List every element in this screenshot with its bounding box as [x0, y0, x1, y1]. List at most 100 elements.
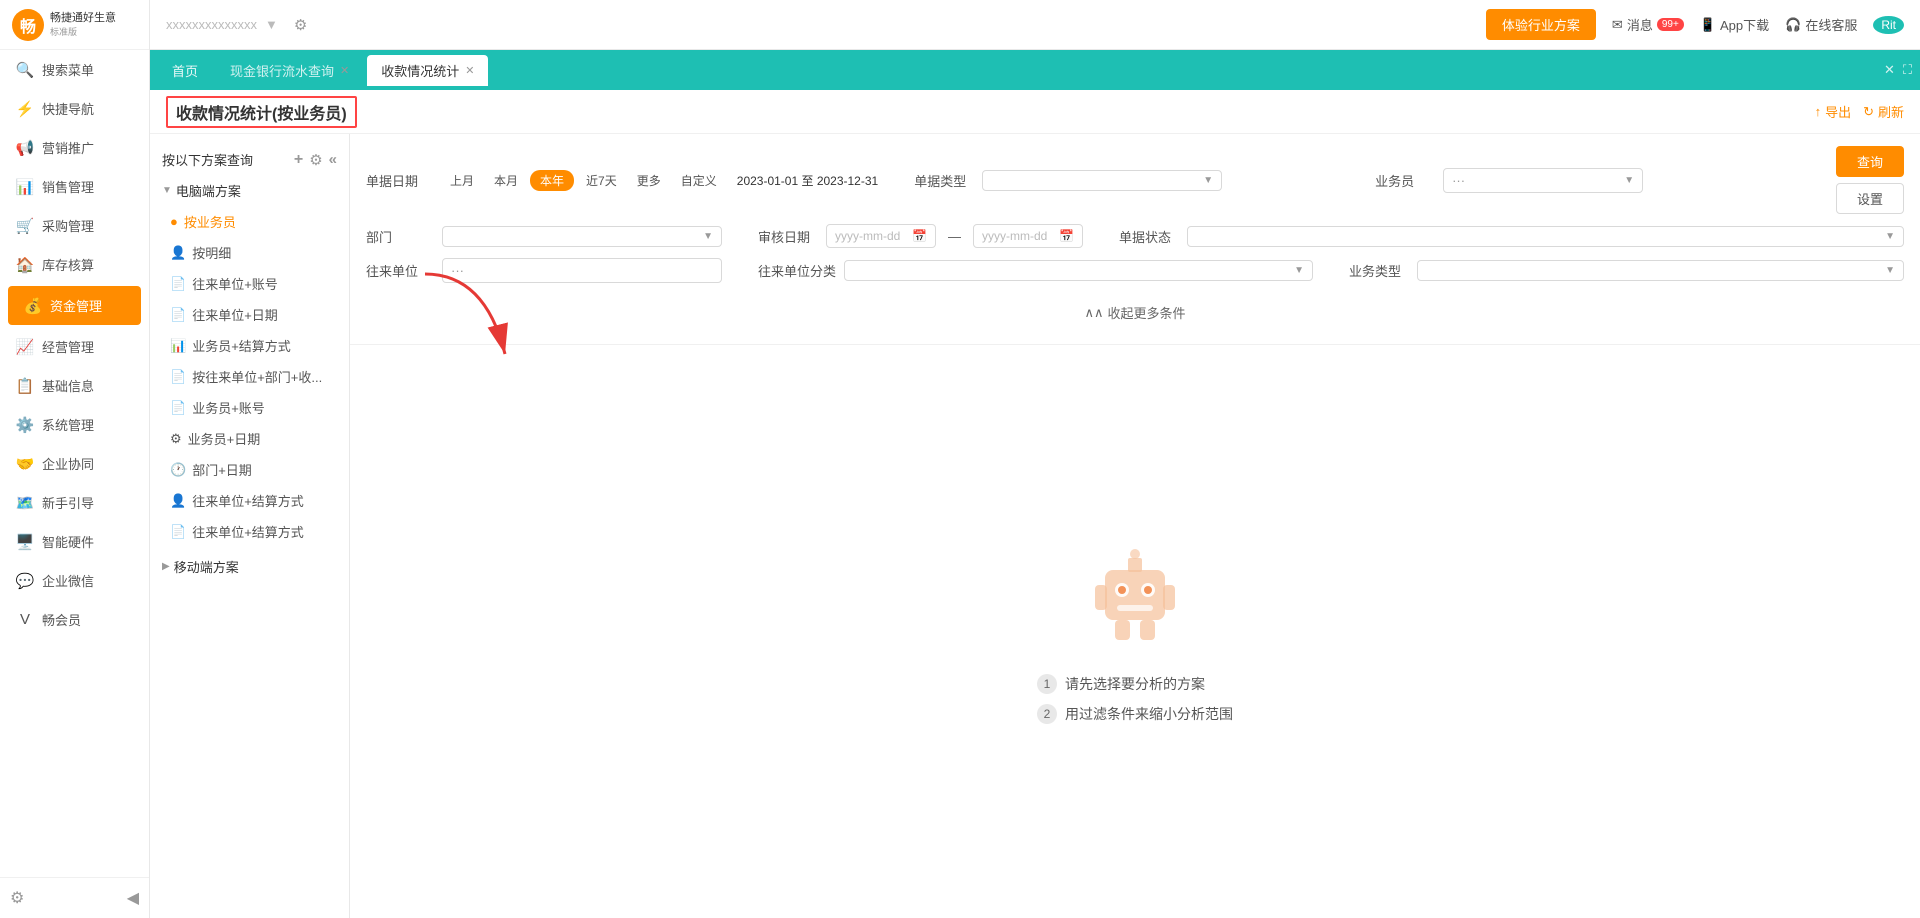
tree-item-unit-settle3[interactable]: 📄 往来单位+结算方式: [150, 516, 349, 547]
partner-select[interactable]: ···: [442, 258, 722, 283]
finance-icon: 💰: [24, 297, 42, 315]
message-icon: ✉: [1612, 17, 1623, 33]
sidebar-item-marketing[interactable]: 📢营销推广: [0, 128, 149, 167]
tab-restore-icon[interactable]: ⛶: [1903, 62, 1912, 78]
scheme-settings-icon[interactable]: ⚙: [309, 151, 322, 169]
pc-group-title[interactable]: ▼ 电脑端方案: [150, 175, 349, 206]
collapse-sidebar-icon[interactable]: ◀: [127, 888, 139, 908]
sidebar-item-guide[interactable]: 🗺️新手引导: [0, 483, 149, 522]
tree-item-unit-date[interactable]: 📄 往来单位+日期: [150, 299, 349, 330]
tree-item-unit-dept[interactable]: 📄 按往来单位+部门+收...: [150, 361, 349, 392]
biz-type-arrow: ▼: [1885, 265, 1895, 276]
date-tab-custom[interactable]: 自定义: [673, 170, 725, 191]
tree-item-by-detail[interactable]: 👤 按明细: [150, 237, 349, 268]
sidebar-item-hardware[interactable]: 🖥️智能硬件: [0, 522, 149, 561]
partner-category-select[interactable]: ▼: [844, 260, 1313, 281]
tab-close-all-icon[interactable]: ✕: [1884, 62, 1895, 78]
tree-item-staff-date[interactable]: ⚙ 业务员+日期: [150, 423, 349, 454]
staff-date-icon: ⚙: [170, 431, 182, 447]
settings-button[interactable]: 设置: [1836, 183, 1904, 214]
settings-bottom-icon[interactable]: ⚙: [10, 888, 24, 908]
empty-state: 1 请先选择要分析的方案 2 用过滤条件来缩小分析范围: [350, 345, 1920, 918]
app-download-button[interactable]: 📱 App下载: [1700, 15, 1769, 34]
sidebar-item-member[interactable]: V畅会员: [0, 600, 149, 639]
marketing-icon: 📢: [16, 139, 34, 157]
sidebar-item-system[interactable]: ⚙️系统管理: [0, 405, 149, 444]
mobile-group-title[interactable]: ▶ 移动端方案: [150, 551, 349, 582]
service-button[interactable]: 🎧 在线客服: [1785, 15, 1857, 34]
doc-status-select[interactable]: ▼: [1187, 226, 1904, 247]
sidebar-item-inventory[interactable]: 🏠库存核算: [0, 245, 149, 284]
trial-button[interactable]: 体验行业方案: [1486, 9, 1596, 40]
tab-home[interactable]: 首页: [158, 55, 212, 86]
collapse-row: ∧∧ 收起更多条件: [366, 293, 1904, 332]
doc-status-arrow: ▼: [1885, 231, 1895, 242]
dept-select[interactable]: ▼: [442, 226, 722, 247]
filter-row-1: 单据日期 上月 本月 本年 近7天 更多 自定义 2023-01-01 至 20…: [366, 146, 1904, 214]
partner-more-icon[interactable]: ···: [451, 263, 464, 278]
staff-arrow: ▼: [1624, 175, 1634, 186]
dropdown-arrow-icon[interactable]: ▼: [265, 17, 278, 32]
date-tab-thisyear[interactable]: 本年: [530, 170, 574, 191]
query-button[interactable]: 查询: [1836, 146, 1904, 177]
biz-type-label: 业务类型: [1349, 261, 1409, 280]
date-tab-more[interactable]: 更多: [629, 170, 669, 191]
step-2-number: 2: [1037, 704, 1057, 724]
refresh-button[interactable]: ↻ 刷新: [1863, 102, 1904, 121]
collapse-panel-button[interactable]: «: [329, 151, 337, 168]
filter-row-2: 部门 ▼ 审核日期 yyyy-mm-dd 📅 — yyyy-mm-dd: [366, 224, 1904, 248]
tree-item-dept-date[interactable]: 🕐 部门+日期: [150, 454, 349, 485]
export-icon: ↑: [1815, 104, 1822, 119]
basic-icon: 📋: [16, 377, 34, 395]
dept-date-icon: 🕐: [170, 462, 186, 478]
sidebar-item-basic[interactable]: 📋基础信息: [0, 366, 149, 405]
date-tab-lastmonth[interactable]: 上月: [442, 170, 482, 191]
tree-item-by-staff[interactable]: ● 按业务员: [150, 206, 349, 237]
sidebar-item-corp[interactable]: 🤝企业协同: [0, 444, 149, 483]
doc-type-select[interactable]: ▼: [982, 170, 1222, 191]
mobile-group-arrow: ▶: [162, 561, 170, 572]
audit-date-to[interactable]: yyyy-mm-dd 📅: [973, 224, 1083, 248]
query-buttons: 查询 设置: [1836, 146, 1904, 214]
sidebar-item-wechat[interactable]: 💬企业微信: [0, 561, 149, 600]
staff-label: 业务员: [1375, 171, 1435, 190]
date-tab-7days[interactable]: 近7天: [578, 170, 625, 191]
date-label: 单据日期: [366, 171, 426, 190]
audit-date-from[interactable]: yyyy-mm-dd 📅: [826, 224, 936, 248]
biz-type-select[interactable]: ▼: [1417, 260, 1904, 281]
sidebar: 畅 畅捷通好生意 标准版 🔍搜索菜单 ⚡快捷导航 📢营销推广 📊销售管理 🛒采购…: [0, 0, 150, 918]
tree-item-unit-settle2[interactable]: 👤 往来单位+结算方式: [150, 485, 349, 516]
message-button[interactable]: ✉ 消息 99+: [1612, 15, 1684, 34]
doc-status-label: 单据状态: [1119, 227, 1179, 246]
tab-receipt-close[interactable]: ✕: [465, 64, 474, 77]
empty-step-1: 1 请先选择要分析的方案: [1037, 674, 1233, 694]
tree-item-staff-settle[interactable]: 📊 业务员+结算方式: [150, 330, 349, 361]
sidebar-item-purchase[interactable]: 🛒采购管理: [0, 206, 149, 245]
unit-settle2-icon: 👤: [170, 493, 186, 509]
sidebar-item-operation[interactable]: 📈经营管理: [0, 327, 149, 366]
calendar-from-icon[interactable]: 📅: [912, 229, 927, 243]
tree-item-staff-account[interactable]: 📄 业务员+账号: [150, 392, 349, 423]
sidebar-item-search[interactable]: 🔍搜索菜单: [0, 50, 149, 89]
tab-bank[interactable]: 现金银行流水查询 ✕: [216, 55, 363, 86]
sidebar-item-sales[interactable]: 📊销售管理: [0, 167, 149, 206]
tree-item-unit-account[interactable]: 📄 往来单位+账号: [150, 268, 349, 299]
empty-steps-list: 1 请先选择要分析的方案 2 用过滤条件来缩小分析范围: [1037, 674, 1233, 734]
sidebar-item-finance[interactable]: 💰资金管理: [8, 286, 141, 325]
panel-header: 按以下方案查询 + ⚙ «: [150, 144, 349, 175]
page-title-bar: 收款情况统计(按业务员) ↑ 导出 ↻ 刷新: [150, 90, 1920, 134]
date-tab-thismonth[interactable]: 本月: [486, 170, 526, 191]
export-button[interactable]: ↑ 导出: [1815, 102, 1852, 121]
sidebar-item-quicknav[interactable]: ⚡快捷导航: [0, 89, 149, 128]
collapse-button[interactable]: ∧∧ 收起更多条件: [1084, 303, 1185, 322]
tab-bank-close[interactable]: ✕: [340, 64, 349, 77]
tab-receipt[interactable]: 收款情况统计 ✕: [367, 55, 488, 86]
add-scheme-button[interactable]: +: [294, 151, 303, 169]
calendar-to-icon[interactable]: 📅: [1059, 229, 1074, 243]
inventory-icon: 🏠: [16, 256, 34, 274]
user-avatar[interactable]: Rit: [1873, 16, 1904, 34]
staff-select[interactable]: ··· ▼: [1443, 168, 1643, 193]
staff-more-icon[interactable]: ···: [1452, 173, 1465, 188]
settings-header-icon[interactable]: ⚙: [294, 16, 307, 34]
unit-account-icon: 📄: [170, 276, 186, 292]
